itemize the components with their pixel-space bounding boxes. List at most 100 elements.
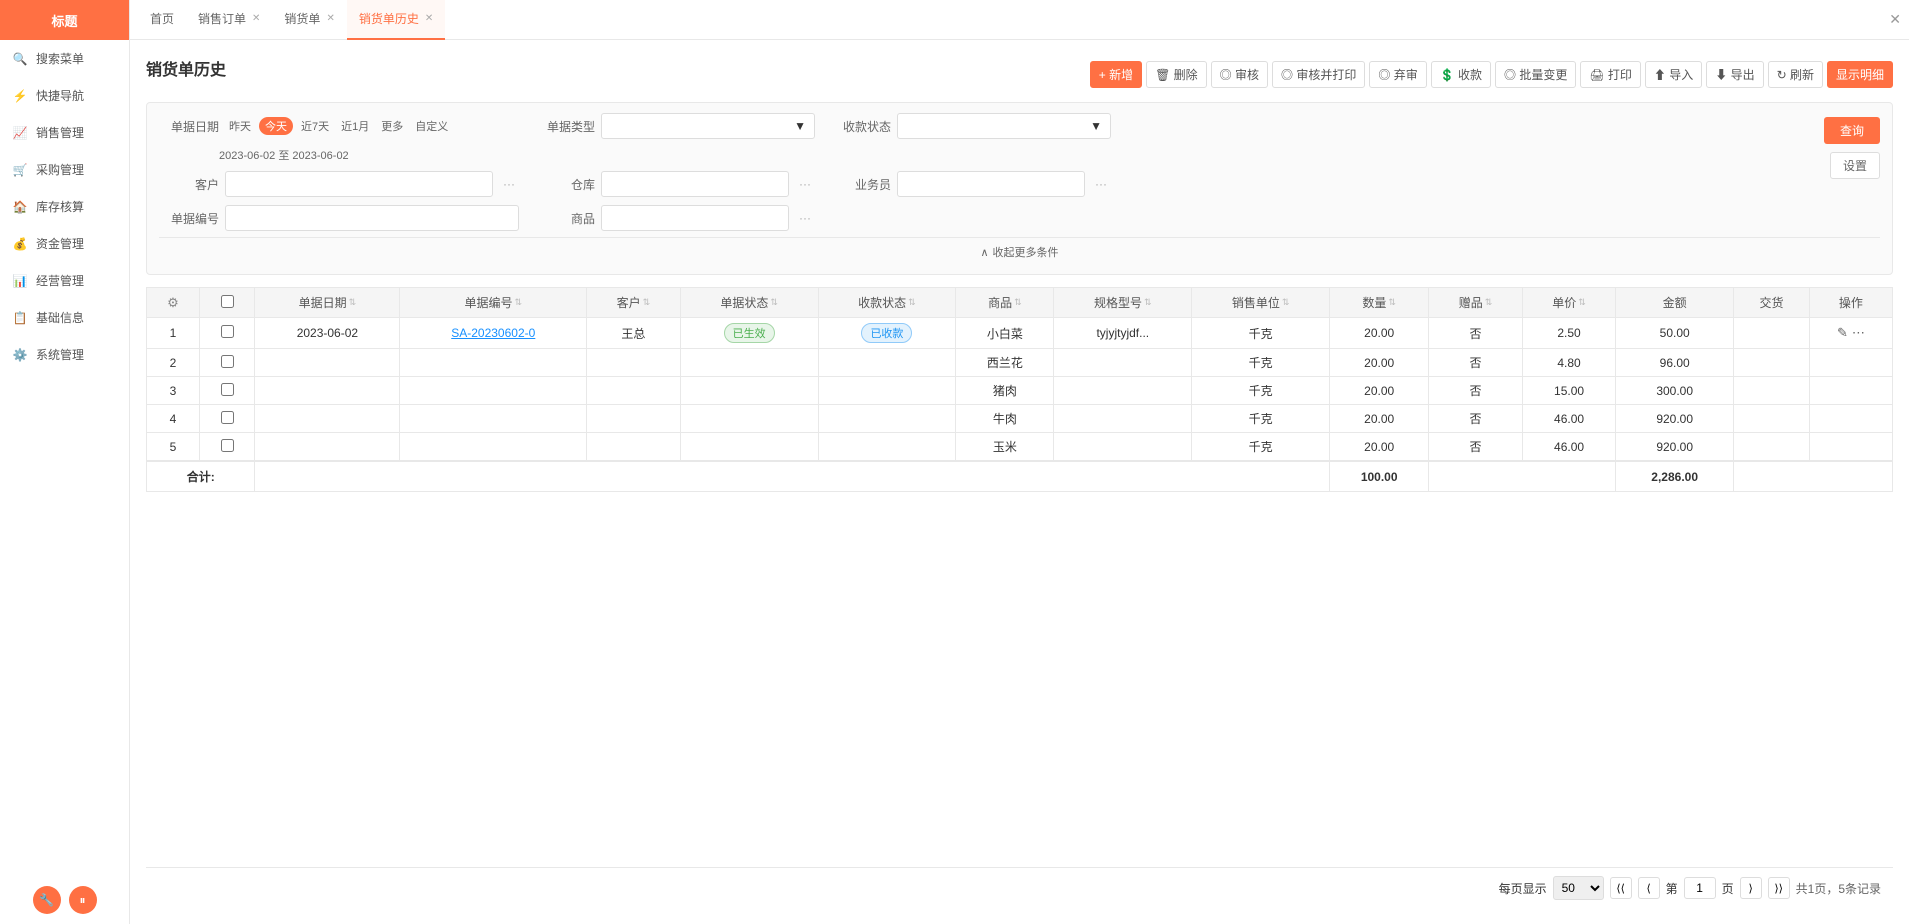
warehouse-dots-btn[interactable]: ··· bbox=[795, 177, 815, 191]
audit-print-button[interactable]: ◎ 审核并打印 bbox=[1272, 61, 1365, 88]
delete-button[interactable]: 🗑 删除 bbox=[1146, 61, 1207, 88]
sidebar-item-sales-mgmt[interactable]: 📈 销售管理 bbox=[0, 114, 129, 151]
tab-sales-order-close[interactable]: ✕ bbox=[252, 13, 260, 24]
export-button[interactable]: ⬇ 导出 bbox=[1706, 61, 1763, 88]
cell-checkbox[interactable] bbox=[199, 377, 254, 405]
shortcut-7days[interactable]: 近7天 bbox=[297, 117, 333, 135]
th-qty[interactable]: 数量 ⇅ bbox=[1330, 288, 1429, 318]
th-doc-no[interactable]: 单据编号 ⇅ bbox=[400, 288, 587, 318]
tab-bar-close-all[interactable]: ✕ bbox=[1889, 11, 1901, 28]
th-unit[interactable]: 销售单位 ⇅ bbox=[1192, 288, 1330, 318]
warehouse-input[interactable] bbox=[601, 171, 789, 197]
th-gift[interactable]: 赠品 ⇅ bbox=[1429, 288, 1522, 318]
cell-gift: 否 bbox=[1429, 377, 1522, 405]
shortcut-1month[interactable]: 近1月 bbox=[337, 117, 373, 135]
row-checkbox[interactable] bbox=[221, 355, 234, 368]
filter-settings-button[interactable]: 设置 bbox=[1830, 152, 1880, 179]
customer-input[interactable] bbox=[225, 171, 493, 197]
sidebar-item-search-menu[interactable]: 🔍 搜索菜单 bbox=[0, 40, 129, 77]
th-date[interactable]: 单据日期 ⇅ bbox=[255, 288, 400, 318]
shortcut-today[interactable]: 今天 bbox=[259, 117, 293, 135]
page-size-select[interactable]: 50 100 200 bbox=[1553, 876, 1604, 900]
th-settings[interactable]: ⚙ bbox=[147, 288, 200, 318]
tab-home-label: 首页 bbox=[150, 10, 174, 27]
sidebar-settings-btn[interactable]: 🔧 bbox=[33, 886, 61, 914]
sidebar-item-inventory[interactable]: 🏠 库存核算 bbox=[0, 188, 129, 225]
cell-actions bbox=[1809, 433, 1892, 462]
row-checkbox[interactable] bbox=[221, 383, 234, 396]
pagination: 每页显示 50 100 200 ⟨⟨ ⟨ 第 页 ⟩ ⟩⟩ 共1页，5条记录 bbox=[146, 867, 1893, 908]
abandon-button[interactable]: ◎ 弃审 bbox=[1369, 61, 1426, 88]
sidebar-item-quick-nav[interactable]: ⚡ 快捷导航 bbox=[0, 77, 129, 114]
cell-doc-status bbox=[680, 405, 818, 433]
cell-checkbox[interactable] bbox=[199, 405, 254, 433]
goods-dots-btn[interactable]: ··· bbox=[795, 211, 815, 225]
tab-sales-delivery-close[interactable]: ✕ bbox=[326, 13, 334, 24]
collapse-filter-btn[interactable]: ∧ 收起更多条件 bbox=[159, 237, 1880, 264]
cell-doc-no bbox=[400, 377, 587, 405]
cell-date bbox=[255, 349, 400, 377]
page-label: 第 bbox=[1666, 880, 1678, 897]
refresh-button[interactable]: ↻ 刷新 bbox=[1768, 61, 1823, 88]
collect-button[interactable]: 💲 收款 bbox=[1431, 61, 1491, 88]
first-page-btn[interactable]: ⟨⟨ bbox=[1610, 877, 1632, 899]
print-button[interactable]: 🖨 打印 bbox=[1580, 61, 1641, 88]
th-price[interactable]: 单价 ⇅ bbox=[1522, 288, 1615, 318]
spec-sort-icon: ⇅ bbox=[1144, 297, 1152, 308]
next-page-btn[interactable]: ⟩ bbox=[1740, 877, 1762, 899]
cell-doc-no[interactable]: SA-20230602-0 bbox=[400, 318, 587, 349]
doc-no-input[interactable] bbox=[225, 205, 519, 231]
doc-type-select[interactable]: ▼ bbox=[601, 113, 815, 139]
th-doc-status[interactable]: 单据状态 ⇅ bbox=[680, 288, 818, 318]
th-goods[interactable]: 商品 ⇅ bbox=[956, 288, 1054, 318]
sidebar-item-label: 基础信息 bbox=[36, 309, 84, 326]
sidebar-collapse-btn[interactable]: ⏸ bbox=[69, 886, 97, 914]
shortcut-more[interactable]: 更多 bbox=[377, 117, 407, 135]
more-action-btn[interactable]: ⋯ bbox=[1852, 325, 1865, 341]
cell-checkbox[interactable] bbox=[199, 318, 254, 349]
th-customer[interactable]: 客户 ⇅ bbox=[587, 288, 680, 318]
sidebar-item-finance[interactable]: 💰 资金管理 bbox=[0, 225, 129, 262]
customer-dots-btn[interactable]: ··· bbox=[499, 177, 519, 191]
cell-checkbox[interactable] bbox=[199, 349, 254, 377]
goods-sort-icon: ⇅ bbox=[1014, 297, 1022, 308]
row-checkbox[interactable] bbox=[221, 439, 234, 452]
tab-sales-order[interactable]: 销售订单 ✕ bbox=[186, 0, 272, 40]
edit-action-btn[interactable]: ✎ bbox=[1837, 325, 1848, 341]
collapse-label: 收起更多条件 bbox=[993, 244, 1059, 260]
doc-no-link[interactable]: SA-20230602-0 bbox=[451, 326, 535, 340]
import-button[interactable]: ⬆ 导入 bbox=[1645, 61, 1702, 88]
tab-home[interactable]: 首页 bbox=[138, 0, 186, 40]
sidebar-item-basic-info[interactable]: 📋 基础信息 bbox=[0, 299, 129, 336]
sidebar-item-operations[interactable]: 📊 经营管理 bbox=[0, 262, 129, 299]
th-amount: 金额 bbox=[1616, 288, 1734, 318]
row-checkbox[interactable] bbox=[221, 411, 234, 424]
new-button[interactable]: + 新增 bbox=[1090, 61, 1142, 88]
cell-goods: 牛肉 bbox=[956, 405, 1054, 433]
page-number-input[interactable] bbox=[1684, 877, 1716, 899]
payment-status-select[interactable]: ▼ bbox=[897, 113, 1111, 139]
row-checkbox[interactable] bbox=[221, 325, 234, 338]
audit-button[interactable]: ◎ 审核 bbox=[1211, 61, 1268, 88]
doc-status-sort-icon: ⇅ bbox=[770, 297, 778, 308]
salesperson-dots-btn[interactable]: ··· bbox=[1091, 177, 1111, 191]
prev-page-btn[interactable]: ⟨ bbox=[1638, 877, 1660, 899]
th-spec[interactable]: 规格型号 ⇅ bbox=[1054, 288, 1192, 318]
batch-change-button[interactable]: ◎ 批量变更 bbox=[1495, 61, 1576, 88]
tab-sales-history[interactable]: 销货单历史 ✕ bbox=[347, 0, 445, 40]
sidebar-item-purchase-mgmt[interactable]: 🛒 采购管理 bbox=[0, 151, 129, 188]
shortcut-yesterday[interactable]: 昨天 bbox=[225, 117, 255, 135]
shortcut-custom[interactable]: 自定义 bbox=[411, 117, 452, 135]
query-button[interactable]: 查询 bbox=[1824, 117, 1880, 144]
last-page-btn[interactable]: ⟩⟩ bbox=[1768, 877, 1790, 899]
salesperson-input[interactable] bbox=[897, 171, 1085, 197]
column-settings-button[interactable]: ⚙ bbox=[167, 295, 179, 311]
show-detail-button[interactable]: 显示明细 bbox=[1827, 61, 1893, 88]
th-payment-status[interactable]: 收款状态 ⇅ bbox=[818, 288, 956, 318]
select-all-checkbox[interactable] bbox=[221, 295, 234, 308]
tab-sales-history-close[interactable]: ✕ bbox=[425, 13, 433, 24]
sidebar-item-system-mgmt[interactable]: ⚙️ 系统管理 bbox=[0, 336, 129, 373]
cell-checkbox[interactable] bbox=[199, 433, 254, 462]
tab-sales-delivery[interactable]: 销货单 ✕ bbox=[272, 0, 346, 40]
goods-input[interactable] bbox=[601, 205, 789, 231]
